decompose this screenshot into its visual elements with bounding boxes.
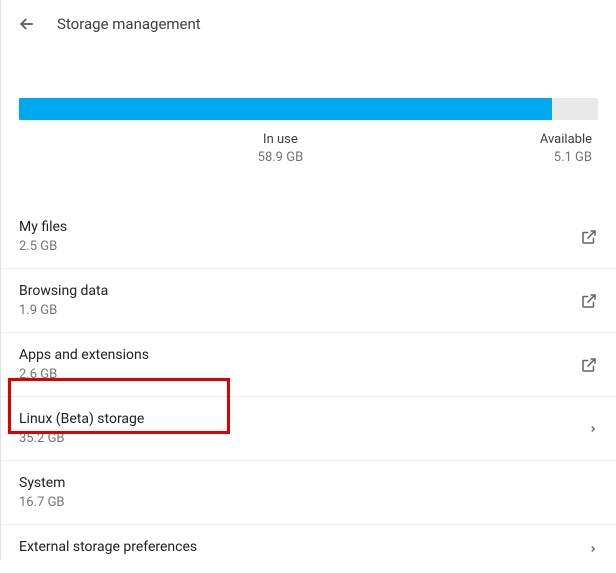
item-title: Browsing data [19,283,580,299]
storage-bar [19,98,598,120]
item-sub: 1.9 GB [19,303,580,318]
list-item-text: Browsing data 1.9 GB [19,283,580,318]
in-use-value: 58.9 GB [21,150,540,165]
external-link-icon [580,228,598,246]
storage-bar-fill [19,98,552,120]
storage-bar-section: In use 58.9 GB Available 5.1 GB [1,48,616,175]
list-item-text: My files 2.5 GB [19,219,580,254]
in-use-label: In use [21,132,540,147]
list-item-apps-extensions[interactable]: Apps and extensions 2.6 GB [1,333,616,397]
item-title: Linux (Beta) storage [19,411,588,427]
item-title: Apps and extensions [19,347,580,363]
storage-list: My files 2.5 GB Browsing data 1.9 GB App… [1,205,616,573]
list-item-my-files[interactable]: My files 2.5 GB [1,205,616,269]
available-value: 5.1 GB [540,150,592,165]
page-title: Storage management [57,15,201,33]
list-item-browsing-data[interactable]: Browsing data 1.9 GB [1,269,616,333]
item-sub: 16.7 GB [19,495,598,510]
storage-bar-labels: In use 58.9 GB Available 5.1 GB [19,132,598,165]
external-link-icon [580,292,598,310]
available-label-group: Available 5.1 GB [540,132,596,165]
header: Storage management [1,0,616,48]
item-sub: 35.2 GB [19,431,588,446]
list-item-text: System 16.7 GB [19,475,598,510]
chevron-right-icon [588,544,598,554]
external-link-icon [580,356,598,374]
list-item-text: Apps and extensions 2.6 GB [19,347,580,382]
list-item-external-storage[interactable]: External storage preferences [1,525,616,573]
item-title: My files [19,219,580,235]
available-label: Available [540,132,592,147]
item-title: External storage preferences [19,539,588,555]
list-item-system[interactable]: System 16.7 GB [1,461,616,525]
item-sub: 2.5 GB [19,239,580,254]
in-use-label-group: In use 58.9 GB [21,132,540,165]
list-item-text: Linux (Beta) storage 35.2 GB [19,411,588,446]
item-title: System [19,475,598,491]
chevron-right-icon [588,424,598,434]
list-item-text: External storage preferences [19,539,588,559]
back-arrow-icon[interactable] [17,14,37,34]
list-item-linux-storage[interactable]: Linux (Beta) storage 35.2 GB [1,397,616,461]
item-sub: 2.6 GB [19,367,580,382]
